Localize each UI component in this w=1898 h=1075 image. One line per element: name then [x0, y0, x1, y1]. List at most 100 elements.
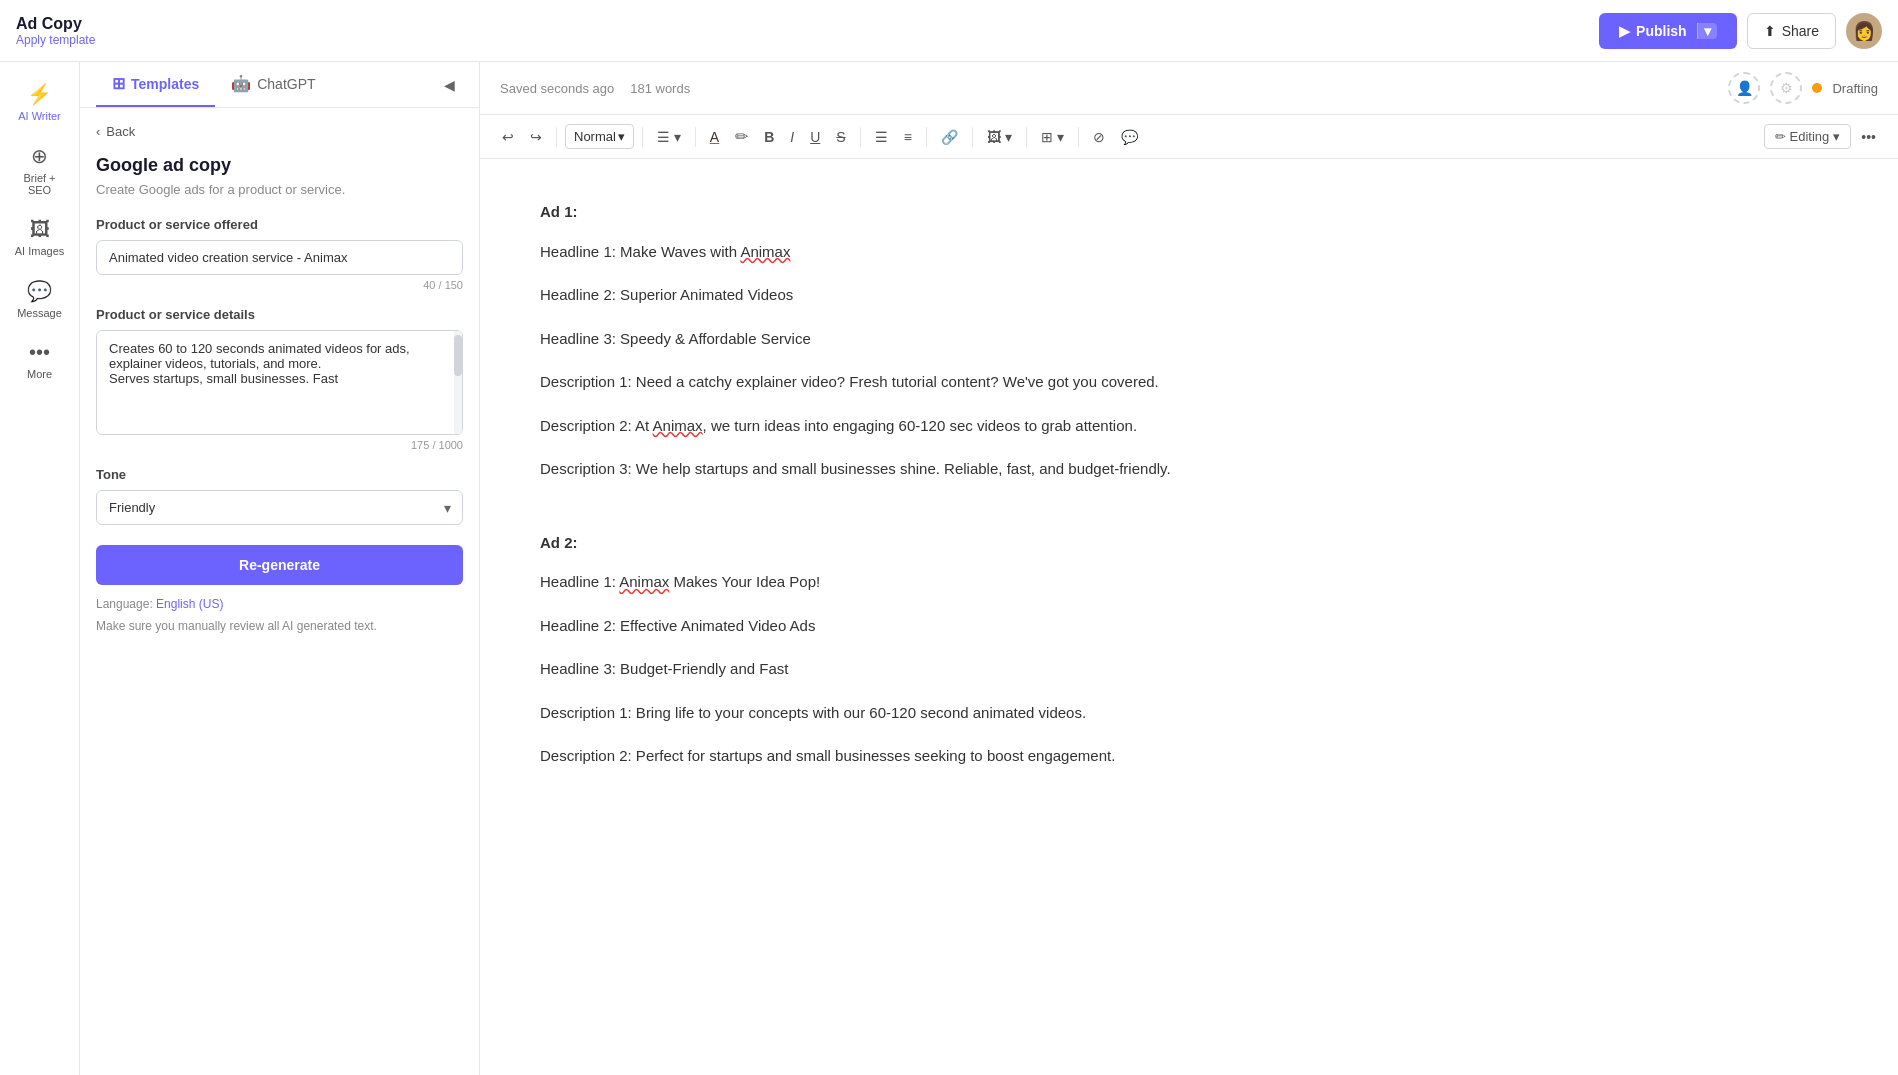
ad1-title: Ad 1:: [540, 199, 1838, 225]
pencil-icon: ✏: [1775, 129, 1786, 144]
bold-button[interactable]: B: [758, 125, 780, 149]
ad2-desc1: Description 1: Bring life to your concep…: [540, 700, 1838, 726]
share-icon: ⬆: [1764, 23, 1776, 39]
regenerate-button[interactable]: Re-generate: [96, 545, 463, 585]
toolbar-separator-8: [1078, 127, 1079, 147]
editor-area: Saved seconds ago 181 words 👤 ⚙ Drafting…: [480, 62, 1898, 1075]
tab-chatgpt[interactable]: 🤖 ChatGPT: [215, 62, 331, 107]
apply-template-link[interactable]: Apply template: [16, 33, 1599, 47]
publish-chevron[interactable]: ▾: [1697, 23, 1717, 39]
editing-chevron-icon: ▾: [1833, 129, 1840, 144]
font-color-button[interactable]: A: [704, 125, 725, 149]
panel-tabs: ⊞ Templates 🤖 ChatGPT ◀: [80, 62, 479, 108]
details-label: Product or service details: [96, 307, 463, 322]
ad2-headline1: Headline 1: Animax Makes Your Idea Pop!: [540, 569, 1838, 595]
editor-content[interactable]: Ad 1: Headline 1: Make Waves with Animax…: [480, 159, 1898, 1075]
textarea-scrollbar: [454, 331, 462, 434]
avatar[interactable]: 👩: [1846, 13, 1882, 49]
redo-button[interactable]: ↪: [524, 125, 548, 149]
collaborator-avatar-1: 👤: [1728, 72, 1760, 104]
topbar: Ad Copy Apply template ▶ Publish ▾ ⬆ Sha…: [0, 0, 1898, 62]
link-button[interactable]: 🔗: [935, 125, 964, 149]
bullet-list-button[interactable]: ☰: [869, 125, 894, 149]
sidebar-item-label-more: More: [27, 368, 52, 380]
ad2-title: Ad 2:: [540, 530, 1838, 556]
image-button[interactable]: 🖼 ▾: [981, 125, 1018, 149]
ad1-desc2: Description 2: At Animax, we turn ideas …: [540, 413, 1838, 439]
back-button[interactable]: ‹ Back: [96, 124, 463, 139]
tone-select-wrapper: Friendly Professional Casual Formal Humo…: [96, 490, 463, 525]
strikethrough-button[interactable]: S: [830, 125, 851, 149]
collaborator-avatar-2: ⚙: [1770, 72, 1802, 104]
numbered-list-button[interactable]: ≡: [898, 125, 918, 149]
details-textarea[interactable]: Creates 60 to 120 seconds animated video…: [97, 331, 462, 431]
toolbar-separator-3: [695, 127, 696, 147]
toolbar-overflow-button[interactable]: •••: [1855, 125, 1882, 149]
tone-select[interactable]: Friendly Professional Casual Formal Humo…: [96, 490, 463, 525]
sidebar-item-ai-images[interactable]: 🖼 AI Images: [4, 210, 76, 265]
sidebar-item-message[interactable]: 💬 Message: [4, 271, 76, 327]
tone-section: Tone Friendly Professional Casual Formal…: [96, 467, 463, 525]
details-textarea-wrapper: Creates 60 to 120 seconds animated video…: [96, 330, 463, 435]
editor-toolbar: ↩ ↪ Normal ▾ ☰ ▾ A ✏ B I U S ☰ ≡ 🔗 🖼 ▾ ⊞: [480, 115, 1898, 159]
panel-collapse-button[interactable]: ◀: [436, 62, 463, 107]
language-text: Language:: [96, 597, 156, 611]
underline-button[interactable]: U: [804, 125, 826, 149]
publish-label: Publish: [1636, 23, 1687, 39]
toolbar-separator-7: [1026, 127, 1027, 147]
publish-button[interactable]: ▶ Publish ▾: [1599, 13, 1737, 49]
textarea-scrollbar-thumb: [454, 335, 462, 376]
status-text: Drafting: [1832, 81, 1878, 96]
person-icon-1: 👤: [1736, 80, 1753, 96]
align-button[interactable]: ☰ ▾: [651, 125, 687, 149]
product-input[interactable]: [96, 240, 463, 275]
editing-label: Editing: [1790, 129, 1830, 144]
disclaimer: Make sure you manually review all AI gen…: [96, 617, 463, 635]
share-button[interactable]: ⬆ Share: [1747, 13, 1836, 49]
undo-button[interactable]: ↩: [496, 125, 520, 149]
more-icon: •••: [29, 341, 50, 364]
person-icon-2: ⚙: [1780, 80, 1793, 96]
editor-meta: Saved seconds ago 181 words 👤 ⚙ Drafting: [480, 62, 1898, 115]
left-panel: ⊞ Templates 🤖 ChatGPT ◀ ‹ Back Google ad…: [80, 62, 480, 1075]
ad2-headline3: Headline 3: Budget-Friendly and Fast: [540, 656, 1838, 682]
format-chevron-icon: ▾: [618, 129, 625, 144]
language-link[interactable]: English (US): [156, 597, 223, 611]
format-label: Normal: [574, 129, 616, 144]
toolbar-right: ✏ Editing ▾: [1764, 124, 1852, 149]
section-title: Google ad copy: [96, 155, 463, 176]
spacer-1: [540, 500, 1838, 530]
main-layout: ⚡ AI Writer ⊕ Brief + SEO 🖼 AI Images 💬 …: [0, 62, 1898, 1075]
section-desc: Create Google ads for a product or servi…: [96, 182, 463, 197]
table-button[interactable]: ⊞ ▾: [1035, 125, 1070, 149]
sidebar-item-ai-writer[interactable]: ⚡ AI Writer: [4, 74, 76, 130]
tab-templates[interactable]: ⊞ Templates: [96, 62, 215, 107]
ai-writer-icon: ⚡: [27, 82, 52, 106]
sidebar-item-brief-seo[interactable]: ⊕ Brief + SEO: [4, 136, 76, 204]
ad1-desc1: Description 1: Need a catchy explainer v…: [540, 369, 1838, 395]
templates-tab-icon: ⊞: [112, 74, 125, 93]
toolbar-separator-1: [556, 127, 557, 147]
tab-chatgpt-label: ChatGPT: [257, 76, 315, 92]
ad1-headline3: Headline 3: Speedy & Affordable Service: [540, 326, 1838, 352]
document-title: Ad Copy: [16, 15, 1599, 33]
tab-templates-label: Templates: [131, 76, 199, 92]
toolbar-separator-5: [926, 127, 927, 147]
animax-squiggly-2: Animax: [653, 417, 703, 434]
saved-status: Saved seconds ago: [500, 81, 614, 96]
format-select[interactable]: Normal ▾: [565, 124, 634, 149]
toolbar-separator-6: [972, 127, 973, 147]
ad1-headline2: Headline 2: Superior Animated Videos: [540, 282, 1838, 308]
product-char-count: 40 / 150: [96, 279, 463, 291]
sidebar-item-label-ai-images: AI Images: [15, 245, 65, 257]
more-options-button[interactable]: ⊘: [1087, 125, 1111, 149]
highlight-button[interactable]: ✏: [729, 123, 754, 150]
sidebar-icons: ⚡ AI Writer ⊕ Brief + SEO 🖼 AI Images 💬 …: [0, 62, 80, 1075]
sidebar-item-more[interactable]: ••• More: [4, 333, 76, 388]
italic-button[interactable]: I: [784, 125, 800, 149]
topbar-right: ▶ Publish ▾ ⬆ Share 👩: [1599, 13, 1882, 49]
comment-button[interactable]: 💬: [1115, 125, 1144, 149]
status-dot: [1812, 83, 1822, 93]
editing-mode-button[interactable]: ✏ Editing ▾: [1764, 124, 1852, 149]
sidebar-item-label-message: Message: [17, 307, 62, 319]
